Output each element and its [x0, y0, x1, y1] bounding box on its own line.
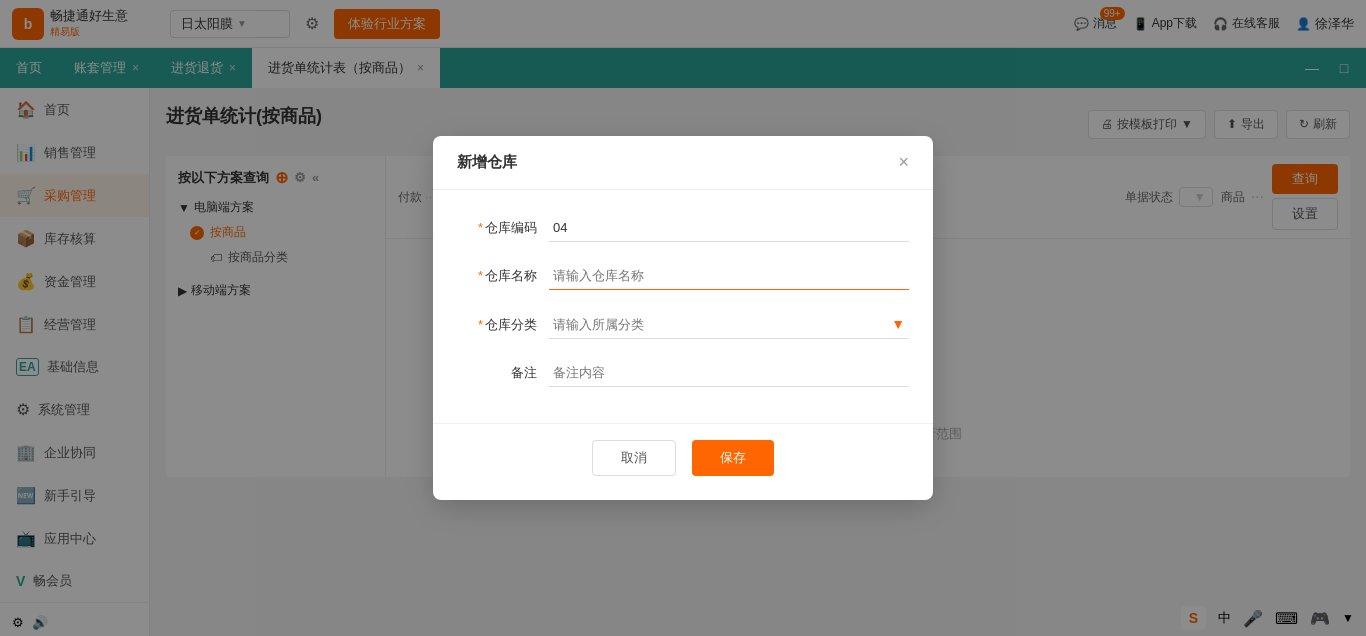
form-row-code: *仓库编码: [457, 214, 909, 242]
category-input[interactable]: [553, 317, 891, 332]
category-label: *仓库分类: [457, 316, 537, 334]
required-star-category: *: [478, 317, 483, 332]
modal-overlay: 新增仓库 × *仓库编码 *仓库名称 *仓库分类: [0, 0, 1366, 636]
code-label: *仓库编码: [457, 219, 537, 237]
modal-title: 新增仓库: [457, 153, 517, 172]
category-chevron-icon[interactable]: ▼: [891, 316, 905, 332]
modal-close-button[interactable]: ×: [898, 152, 909, 173]
save-button[interactable]: 保存: [692, 440, 774, 476]
required-star-name: *: [478, 268, 483, 283]
modal-header: 新增仓库 ×: [433, 136, 933, 190]
form-row-category: *仓库分类 ▼: [457, 310, 909, 339]
note-label: 备注: [457, 364, 537, 382]
required-star-code: *: [478, 220, 483, 235]
new-warehouse-modal: 新增仓库 × *仓库编码 *仓库名称 *仓库分类: [433, 136, 933, 500]
warehouse-code-input[interactable]: [549, 214, 909, 242]
category-select-wrap[interactable]: ▼: [549, 310, 909, 339]
note-input[interactable]: [549, 359, 909, 387]
cancel-button[interactable]: 取消: [592, 440, 676, 476]
modal-body: *仓库编码 *仓库名称 *仓库分类 ▼: [433, 190, 933, 423]
form-row-note: 备注: [457, 359, 909, 387]
warehouse-name-input[interactable]: [549, 262, 909, 290]
form-row-name: *仓库名称: [457, 262, 909, 290]
modal-footer: 取消 保存: [433, 423, 933, 500]
name-label: *仓库名称: [457, 267, 537, 285]
